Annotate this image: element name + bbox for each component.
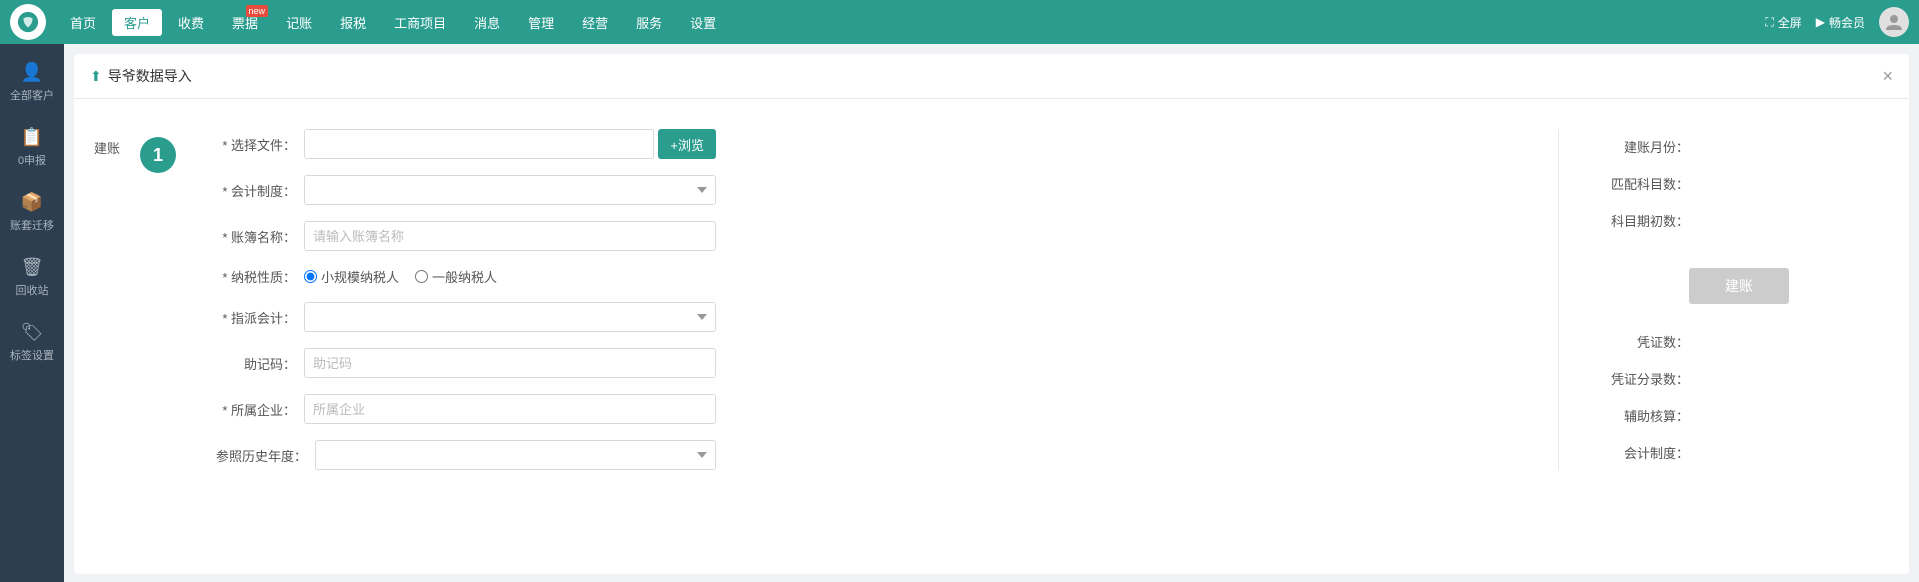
belong-company-label: * 所属企业： (216, 400, 296, 419)
ledger-name-input[interactable] (304, 221, 716, 251)
match-subjects-label: 匹配科目数： (1589, 174, 1689, 193)
build-month-label: 建账月份： (1589, 137, 1689, 156)
nav-item-home[interactable]: 首页 (58, 9, 108, 36)
subject-period-row: 科目期初数： (1589, 211, 1889, 230)
sidebar-item-label-settings[interactable]: 🏷 标签设置 (0, 314, 64, 371)
panel-close-button[interactable]: × (1882, 67, 1893, 85)
fullscreen-button[interactable]: ⛶ 全屏 (1765, 14, 1801, 31)
form-section: 建账 1 * 选择文件： +浏览 (94, 129, 1528, 470)
sidebar-item-account-migration[interactable]: 📦 账套迁移 (0, 184, 64, 241)
file-input-group: +浏览 (304, 129, 716, 159)
nav-item-manage[interactable]: 管理 (516, 9, 566, 36)
voucher-count-row: 凭证数： (1589, 332, 1889, 351)
match-subjects-row: 匹配科目数： (1589, 174, 1889, 193)
ledger-name-label: * 账簿名称： (216, 227, 296, 246)
sidebar-item-zero-report[interactable]: 📋 0申报 (0, 119, 64, 176)
voucher-count-label: 凭证数： (1589, 332, 1689, 351)
app-body: 👤 全部客户 📋 0申报 📦 账套迁移 🗑 回收站 🏷 标签设置 ⬆ 导爷数 (0, 44, 1919, 582)
info-accounting-system-row: 会计制度： (1589, 443, 1889, 462)
general-taxpayer-radio[interactable] (415, 270, 428, 283)
app-logo[interactable] (10, 4, 46, 40)
build-month-row: 建账月份： (1589, 137, 1889, 156)
browse-button[interactable]: +浏览 (658, 129, 716, 159)
accounting-system-label: * 会计制度： (216, 181, 296, 200)
fullscreen-icon: ⛶ (1765, 15, 1773, 30)
nav-item-operations[interactable]: 经营 (570, 9, 620, 36)
belong-company-row: * 所属企业： (216, 394, 716, 424)
assign-accountant-select[interactable] (304, 302, 716, 332)
nav-item-business[interactable]: 工商项目 (382, 9, 458, 36)
sidebar-item-all-customers[interactable]: 👤 全部客户 (0, 54, 64, 111)
memo-code-row: 助记码： (216, 348, 716, 378)
nav-item-fees[interactable]: 收费 (166, 9, 216, 36)
vip-icon: ▶ (1816, 15, 1825, 29)
step-indicator: 1 (140, 129, 196, 173)
file-label: * 选择文件： (216, 135, 296, 154)
new-badge: new (246, 5, 269, 17)
nav-item-tax[interactable]: 报税 (328, 9, 378, 36)
panel-header: ⬆ 导爷数据导入 × (74, 54, 1909, 99)
tax-nature-radio-group: 小规模纳税人 一般纳税人 (304, 267, 716, 286)
small-taxpayer-option[interactable]: 小规模纳税人 (304, 267, 399, 286)
memo-code-input[interactable] (304, 348, 716, 378)
form-divider (1558, 129, 1559, 470)
nav-item-bookkeeping[interactable]: 记账 (274, 9, 324, 36)
panel-title: ⬆ 导爷数据导入 (90, 66, 192, 86)
aux-accounting-label: 辅助核算： (1589, 406, 1689, 425)
nav-item-service[interactable]: 服务 (624, 9, 674, 36)
voucher-entries-row: 凭证分录数： (1589, 369, 1889, 388)
form-grid: * 选择文件： +浏览 * 会计制度： (216, 129, 716, 470)
panel-body: 建账 1 * 选择文件： +浏览 (74, 99, 1909, 500)
import-icon: ⬆ (90, 68, 102, 85)
label-settings-icon: 🏷 (21, 322, 44, 343)
refer-year-select[interactable] (315, 440, 716, 470)
assign-accountant-label: * 指派会计： (216, 308, 296, 327)
top-navigation: 首页 客户 收费 票据 new 记账 报税 工商项目 消息 管理 经营 服务 设… (0, 0, 1919, 44)
sidebar-item-recycle-bin[interactable]: 🗑 回收站 (0, 249, 64, 306)
info-section: 建账月份： 匹配科目数： 科目期初数： 建账 (1589, 129, 1889, 470)
build-account-button[interactable]: 建账 (1689, 268, 1789, 304)
ledger-name-row: * 账簿名称： (216, 221, 716, 251)
nav-item-messages[interactable]: 消息 (462, 9, 512, 36)
refer-year-row: 参照历史年度： (216, 440, 716, 470)
subject-period-label: 科目期初数： (1589, 211, 1689, 230)
right-actions: ⛶ 全屏 ▶ 畅会员 (1765, 7, 1909, 37)
aux-accounting-row: 辅助核算： (1589, 406, 1889, 425)
tax-nature-label: * 纳税性质： (216, 267, 296, 286)
file-input[interactable] (304, 129, 654, 159)
main-content: ⬆ 导爷数据导入 × 建账 1 (64, 44, 1919, 582)
all-customers-icon: 👤 (21, 62, 43, 83)
zero-report-icon: 📋 (21, 127, 43, 148)
refer-year-label: 参照历史年度： (216, 446, 307, 465)
small-taxpayer-radio[interactable] (304, 270, 317, 283)
assign-accountant-row: * 指派会计： (216, 302, 716, 332)
nav-item-settings[interactable]: 设置 (678, 9, 728, 36)
nav-item-customers[interactable]: 客户 (112, 9, 162, 36)
info-accounting-system-label: 会计制度： (1589, 443, 1689, 462)
tax-nature-row: * 纳税性质： 小规模纳税人 一般纳税人 (216, 267, 716, 286)
nav-menu: 首页 客户 收费 票据 new 记账 报税 工商项目 消息 管理 经营 服务 设… (58, 9, 1765, 36)
user-avatar[interactable] (1879, 7, 1909, 37)
step-label: 建账 (94, 131, 120, 167)
general-taxpayer-option[interactable]: 一般纳税人 (415, 267, 497, 286)
belong-company-input[interactable] (304, 394, 716, 424)
accounting-system-row: * 会计制度： (216, 175, 716, 205)
recycle-bin-icon: 🗑 (21, 257, 44, 278)
memo-code-label: 助记码： (216, 354, 296, 373)
vip-button[interactable]: ▶ 畅会员 (1816, 14, 1865, 31)
import-panel: ⬆ 导爷数据导入 × 建账 1 (74, 54, 1909, 574)
nav-item-tickets[interactable]: 票据 new (220, 9, 270, 36)
account-migration-icon: 📦 (21, 192, 43, 213)
step-circle: 1 (140, 137, 176, 173)
sidebar: 👤 全部客户 📋 0申报 📦 账套迁移 🗑 回收站 🏷 标签设置 (0, 44, 64, 582)
file-row: * 选择文件： +浏览 (216, 129, 716, 159)
voucher-entries-label: 凭证分录数： (1589, 369, 1689, 388)
accounting-system-select[interactable] (304, 175, 716, 205)
